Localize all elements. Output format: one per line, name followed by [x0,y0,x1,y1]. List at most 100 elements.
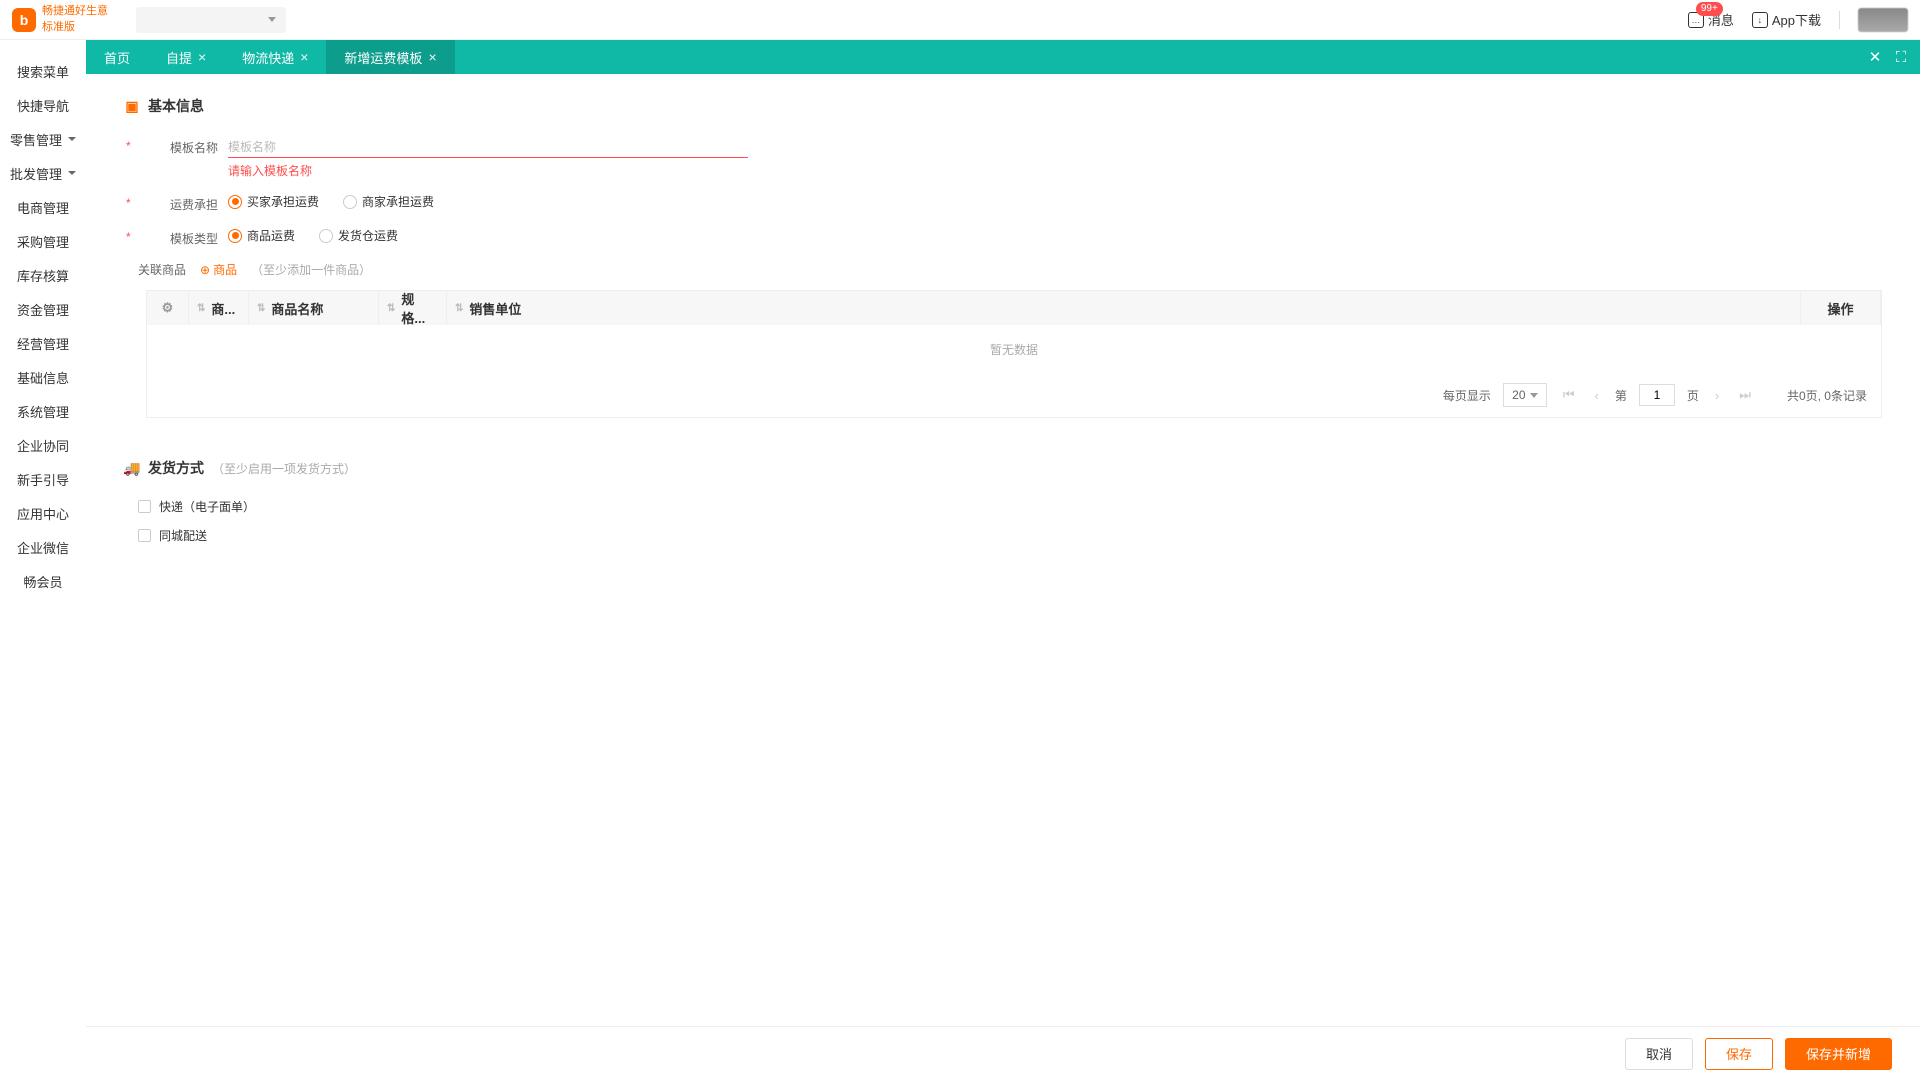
radio-product-freight[interactable]: 商品运费 [228,227,295,244]
checkbox-express[interactable]: 快递（电子面单） [138,498,1882,515]
chevron-down-icon [1530,393,1538,398]
prev-page-button[interactable]: ‹ [1591,388,1603,403]
top-actions: … 消息 99+ ↓ App下载 [1688,8,1908,32]
close-icon[interactable]: × [300,49,308,65]
next-page-button[interactable]: › [1711,388,1723,403]
col-spec[interactable]: 规格... [379,291,447,325]
checkbox-icon [138,500,151,513]
tab-bar: 首页 自提 × 物流快递 × 新增运费模板 × ✕ ⛶ [0,40,1920,74]
sidebar-item-wholesale[interactable]: 批发管理 [0,156,86,190]
plus-icon: ⊕ [200,263,210,277]
tab-home[interactable]: 首页 [86,40,148,74]
radio-warehouse-freight[interactable]: 发货仓运费 [319,227,398,244]
app-download-button[interactable]: ↓ App下载 [1752,10,1821,29]
radio-icon [228,195,242,209]
per-page-select[interactable]: 20 [1503,383,1547,407]
table-empty: 暂无数据 [147,325,1881,373]
radio-seller-pays[interactable]: 商家承担运费 [343,193,434,210]
download-icon: ↓ [1752,12,1768,28]
associated-products-label: 关联商品 [138,261,186,278]
caret-down-icon [68,171,76,175]
close-all-tabs-button[interactable]: ✕ [1864,46,1886,68]
radio-icon [228,229,242,243]
radio-icon [319,229,333,243]
top-header: b 畅捷通好生意 标准版 … 消息 99+ ↓ App下载 [0,0,1920,40]
tab-new-freight-template[interactable]: 新增运费模板 × [326,40,454,74]
sidebar-item-enterprise-collab[interactable]: 企业协同 [0,428,86,462]
sidebar: 搜索菜单 快捷导航 零售管理 批发管理 电商管理 采购管理 库存核算 资金管理 … [0,40,86,1080]
template-name-label: * 模板名称 [134,136,218,156]
col-product-code[interactable]: 商... [189,291,249,325]
sidebar-item-operation[interactable]: 经营管理 [0,326,86,360]
sidebar-item-inventory[interactable]: 库存核算 [0,258,86,292]
radio-icon [343,195,357,209]
sidebar-item-quick-nav[interactable]: 快捷导航 [0,88,86,122]
tab-label: 物流快递 [242,48,294,67]
page-word: 页 [1687,387,1699,404]
tab-bar-actions: ✕ ⛶ [1864,40,1920,74]
add-product-button[interactable]: ⊕ 商品 [200,261,237,278]
section-icon: ▣ [124,98,140,114]
caret-down-icon [68,137,76,141]
col-operation: 操作 [1801,291,1881,325]
sidebar-item-wecom[interactable]: 企业微信 [0,530,86,564]
fullscreen-button[interactable]: ⛶ [1890,46,1912,68]
col-sales-unit[interactable]: 销售单位 [447,291,1801,325]
tab-label: 自提 [166,48,192,67]
per-page-label: 每页显示 [1443,387,1491,404]
assoc-hint: （至少添加一件商品） [251,261,371,278]
section-shipping-title: 🚚 发货方式 （至少启用一项发货方式） [124,458,1882,478]
footer-bar: 取消 保存 保存并新增 [86,1026,1920,1080]
required-star-icon: * [126,139,131,153]
page-summary: 共0页, 0条记录 [1787,387,1867,404]
last-page-button[interactable]: ⏭ [1735,387,1755,403]
checkbox-icon [138,529,151,542]
brand-sub: 标准版 [42,18,108,34]
sidebar-item-search-menu[interactable]: 搜索菜单 [0,54,86,88]
page-input[interactable] [1639,384,1675,406]
cancel-button[interactable]: 取消 [1625,1038,1693,1070]
save-and-new-button[interactable]: 保存并新增 [1785,1038,1892,1070]
template-name-input[interactable] [228,136,748,158]
content: ▣ 基本信息 * 模板名称 请输入模板名称 * 运费承担 买家承担运费 [86,74,1920,1080]
sidebar-item-retail[interactable]: 零售管理 [0,122,86,156]
template-type-label: * 模板类型 [134,227,218,247]
section-basic-title: ▣ 基本信息 [124,96,1882,116]
required-star-icon: * [126,230,131,244]
close-icon[interactable]: × [198,49,206,65]
sidebar-item-newbie[interactable]: 新手引导 [0,462,86,496]
brand-name: 畅捷通好生意 [42,5,108,17]
table-pagination: 每页显示 20 ⏮ ‹ 第 页 › ⏭ 共0页, 0条记录 [147,373,1881,417]
tenant-selector[interactable] [136,7,286,33]
sidebar-item-purchase[interactable]: 采购管理 [0,224,86,258]
sidebar-item-ecommerce[interactable]: 电商管理 [0,190,86,224]
tab-pickup[interactable]: 自提 × [148,40,224,74]
avatar[interactable] [1858,8,1908,32]
messages-button[interactable]: … 消息 99+ [1688,10,1734,29]
radio-buyer-pays[interactable]: 买家承担运费 [228,193,319,210]
separator [1839,11,1840,29]
close-icon[interactable]: × [428,49,436,65]
product-table: 商... 商品名称 规格... 销售单位 操作 暂无数据 每页显示 20 ⏮ ‹… [146,290,1882,418]
sidebar-item-system[interactable]: 系统管理 [0,394,86,428]
sidebar-item-member[interactable]: 畅会员 [0,564,86,598]
first-page-button[interactable]: ⏮ [1559,387,1579,403]
tab-logistics[interactable]: 物流快递 × [224,40,326,74]
checkbox-local-delivery[interactable]: 同城配送 [138,527,1882,544]
chevron-down-icon [268,17,276,22]
truck-icon: 🚚 [124,460,140,476]
freight-bearer-label: * 运费承担 [134,193,218,213]
save-button[interactable]: 保存 [1705,1038,1773,1070]
shipping-hint: （至少启用一项发货方式） [212,460,356,477]
sidebar-item-basic-info[interactable]: 基础信息 [0,360,86,394]
logo-icon: b [12,8,36,32]
table-settings-button[interactable] [147,291,189,325]
messages-badge: 99+ [1696,2,1723,16]
table-header: 商... 商品名称 规格... 销售单位 操作 [147,291,1881,325]
required-star-icon: * [126,196,131,210]
download-label: App下载 [1772,10,1821,29]
tab-label: 首页 [104,48,130,67]
col-product-name[interactable]: 商品名称 [249,291,379,325]
sidebar-item-app-center[interactable]: 应用中心 [0,496,86,530]
sidebar-item-finance[interactable]: 资金管理 [0,292,86,326]
